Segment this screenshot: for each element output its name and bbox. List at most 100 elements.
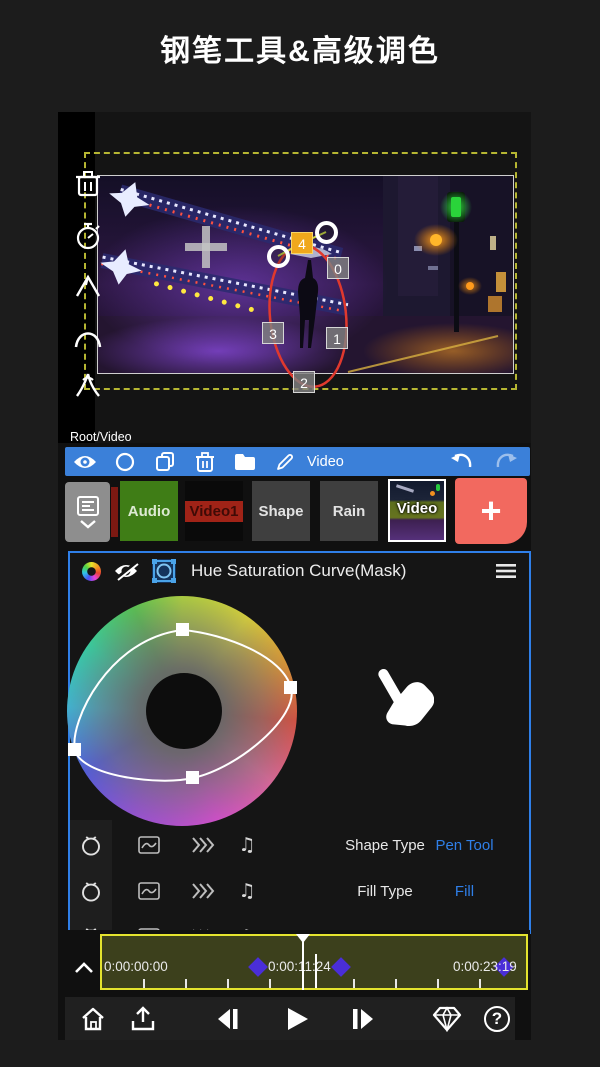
thumb-lamp — [430, 491, 435, 496]
track-tile-rain[interactable]: Rain — [320, 481, 378, 541]
layer-list-button[interactable] — [65, 482, 110, 542]
curve-handle[interactable] — [68, 743, 81, 756]
curve-handle[interactable] — [284, 681, 297, 694]
keyframe-toggle[interactable] — [70, 868, 112, 914]
collapse-panel-button[interactable] — [72, 956, 96, 980]
audio-link-button[interactable]: ♫ — [226, 868, 268, 914]
bezier-handle[interactable] — [315, 221, 338, 244]
trash-icon — [76, 171, 100, 197]
curve-handle[interactable] — [176, 623, 189, 636]
pen-point-4[interactable]: 4 — [291, 232, 313, 254]
timeline-tick — [395, 979, 397, 988]
home-button[interactable] — [76, 1003, 110, 1035]
hidden-track-sliver — [111, 487, 118, 537]
redo-button[interactable] — [484, 447, 530, 476]
traffic-light-dot — [436, 484, 440, 491]
expression-button[interactable] — [182, 868, 224, 914]
thumb-garland — [395, 484, 415, 493]
timeline-tick — [227, 979, 229, 988]
track-label: Shape — [258, 502, 304, 520]
timeline-tick — [269, 979, 271, 988]
trash-icon — [196, 451, 214, 472]
premium-button[interactable] — [430, 1003, 464, 1035]
corner-point-button[interactable] — [70, 268, 106, 304]
question-mark-icon: ? — [491, 1009, 503, 1028]
visibility-button[interactable] — [65, 447, 105, 476]
edit-toolbar: Video — [65, 447, 530, 476]
timeline-tick — [479, 979, 481, 988]
previous-frame-button[interactable] — [210, 1003, 244, 1035]
pen-point-1[interactable]: 1 — [326, 327, 348, 349]
pen-point-0[interactable]: 0 — [327, 257, 349, 279]
next-frame-button[interactable] — [346, 1003, 380, 1035]
delete-button[interactable] — [185, 447, 225, 476]
timeline-current-time: 0:00:11:24 — [268, 959, 331, 974]
mask-select-button[interactable] — [151, 558, 177, 584]
pen-point-3[interactable]: 3 — [262, 322, 284, 344]
play-icon — [288, 1008, 308, 1030]
smooth-curve-icon — [74, 332, 102, 348]
keyframe-toggle[interactable] — [70, 822, 112, 868]
curve-editor-button[interactable] — [128, 822, 170, 868]
audio-link-button[interactable]: ♫ — [226, 822, 268, 868]
graph-icon — [138, 836, 160, 854]
playhead-tick — [315, 954, 317, 988]
redo-icon — [496, 453, 517, 467]
gem-icon — [432, 1006, 462, 1032]
delete-point-button[interactable] — [70, 166, 106, 202]
playhead-marker — [296, 934, 310, 943]
stopwatch-icon — [82, 836, 100, 856]
timeline-tick — [185, 979, 187, 988]
curve-editor-button[interactable] — [128, 868, 170, 914]
corner-point-icon — [75, 274, 101, 297]
param-row-fill-type: ♫ Fill Type Fill — [70, 868, 529, 914]
pen-point-2[interactable]: 2 — [293, 371, 315, 393]
curve-handle[interactable] — [186, 771, 199, 784]
color-wheel-icon — [82, 561, 101, 581]
effect-visibility-toggle[interactable] — [113, 561, 139, 581]
bezier-handle[interactable] — [267, 245, 290, 268]
track-label: Rain — [332, 502, 366, 520]
rename-button[interactable] — [265, 447, 305, 476]
play-button[interactable] — [280, 1003, 314, 1035]
help-button[interactable]: ? — [480, 1003, 514, 1035]
mask-circle-button[interactable] — [105, 447, 145, 476]
keyframe-stopwatch-button[interactable] — [70, 218, 106, 254]
color-wheel-button[interactable] — [82, 561, 101, 581]
effect-menu-button[interactable] — [495, 563, 517, 579]
stopwatch-icon — [82, 882, 100, 902]
param-value[interactable]: Fill — [400, 868, 529, 914]
duplicate-button[interactable] — [145, 447, 185, 476]
track-tile-audio[interactable]: Audio — [120, 481, 178, 541]
next-frame-icon — [353, 1009, 373, 1029]
circle-icon — [115, 452, 135, 471]
export-button[interactable] — [126, 1003, 160, 1035]
expression-button[interactable] — [182, 822, 224, 868]
param-value[interactable]: Pen Tool — [400, 822, 529, 868]
track-tile-video-selected[interactable]: Video — [388, 479, 446, 542]
hand-cursor-icon — [378, 669, 434, 727]
param-row-shape-type: ♫ Shape Type Pen Tool — [70, 822, 529, 868]
home-icon — [82, 1007, 104, 1031]
track-tile-video1[interactable]: Video1 — [185, 481, 243, 541]
chevrons-icon — [192, 837, 215, 853]
asymmetric-point-button[interactable] — [70, 366, 106, 402]
add-track-button[interactable]: + — [455, 478, 527, 544]
anchor-crosshair-icon — [202, 226, 210, 268]
edit-target-label: Video — [307, 453, 344, 470]
plus-icon: + — [480, 490, 502, 531]
timeline-start-time: 0:00:00:00 — [104, 959, 168, 974]
timeline-end-time: 0:00:23:19 — [453, 959, 517, 974]
chevrons-icon — [192, 883, 215, 899]
folder-button[interactable] — [225, 447, 265, 476]
chevron-down-icon — [79, 520, 96, 529]
track-tile-shape[interactable]: Shape — [252, 481, 310, 541]
timeline-tick — [437, 979, 439, 988]
effect-panel-header: Hue Saturation Curve(Mask) — [70, 553, 529, 589]
pencil-icon — [277, 453, 293, 470]
page-title: 钢笔工具&高级调色 — [160, 35, 440, 68]
eye-icon — [74, 455, 96, 468]
smooth-point-button[interactable] — [70, 318, 106, 354]
undo-button[interactable] — [438, 447, 484, 476]
layer-list-icon — [76, 496, 99, 516]
